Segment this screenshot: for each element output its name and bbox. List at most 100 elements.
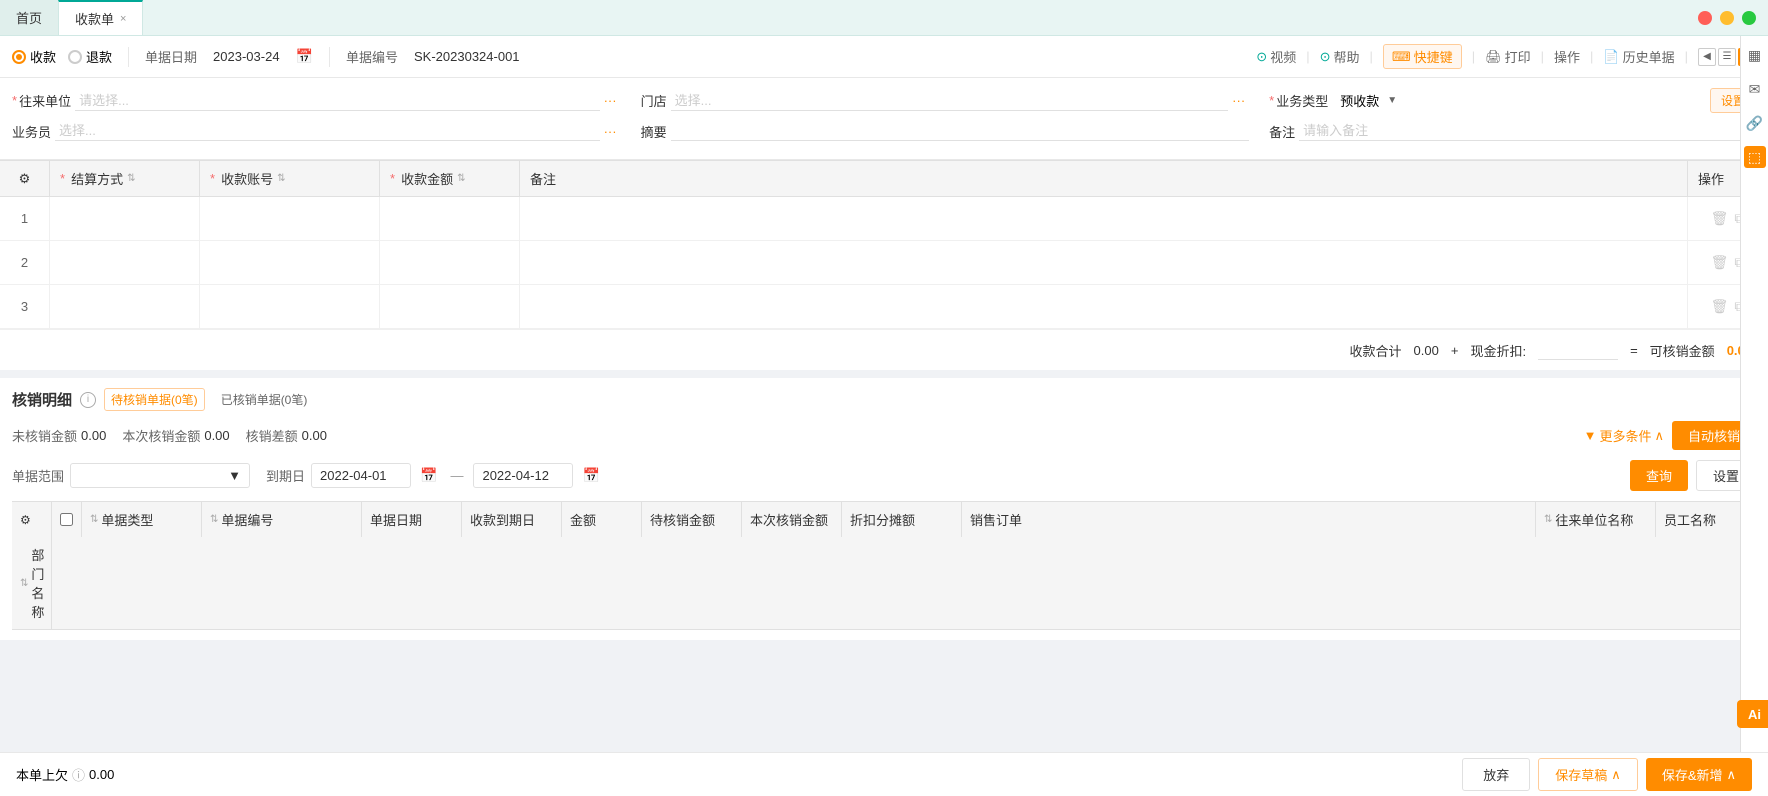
sidebar-table-icon[interactable]: ▦ [1744, 44, 1766, 66]
th-amount: *收款金额⇅ [380, 161, 520, 196]
store-input[interactable] [671, 91, 1229, 111]
salesman-input[interactable] [55, 121, 600, 141]
win-min-btn[interactable] [1720, 11, 1734, 25]
section-divider [0, 370, 1768, 378]
current-cancel-stat: 本次核销金额 0.00 [122, 426, 229, 445]
date-calendar-icon[interactable]: 📅 [296, 48, 313, 65]
win-max-btn[interactable] [1742, 11, 1756, 25]
dth-type: ⇅单据类型 [82, 502, 202, 537]
date-from-input[interactable] [311, 463, 411, 488]
shortcut-btn[interactable]: ⌨ 快捷键 [1383, 44, 1462, 69]
biz-type-arrow[interactable]: ▼ [1387, 95, 1397, 106]
save-arrow-icon[interactable]: ∧ [1726, 767, 1736, 783]
select-all-checkbox[interactable] [60, 513, 73, 526]
query-btn[interactable]: 查询 [1630, 460, 1688, 491]
dth-settings[interactable]: ⚙ [12, 502, 52, 537]
receipt-radio-dot [12, 50, 26, 64]
form-row-1: * 往来单位 ··· 门店 ··· * 业务类型 预收款 ▼ 设置 [12, 88, 1756, 113]
store-more-icon[interactable]: ··· [1228, 93, 1249, 108]
draft-arrow-icon[interactable]: ∧ [1611, 767, 1621, 783]
draft-btn[interactable]: 保存草稿 ∧ [1538, 758, 1638, 791]
total-label: 收款合计 [1350, 341, 1402, 360]
date-from-cal-icon[interactable]: 📅 [417, 467, 440, 484]
save-btn[interactable]: 保存&新增 ∧ [1646, 758, 1752, 791]
range-select[interactable]: ▼ [70, 463, 250, 488]
receipt-radio[interactable]: 收款 [12, 47, 56, 66]
prev-layout-icon[interactable]: ◀ [1698, 48, 1716, 66]
toolbar-sep-4: | [1541, 49, 1544, 64]
tab-close-icon[interactable]: × [120, 13, 126, 25]
history-btn[interactable]: 📄 历史单据 [1603, 47, 1674, 66]
main-content: 收款 退款 单据日期 2023-03-24 📅 单据编号 SK-20230324… [0, 36, 1768, 640]
row2-amount[interactable] [380, 241, 520, 284]
row3-amount[interactable] [380, 285, 520, 328]
sort-icon-1[interactable]: ⇅ [127, 173, 135, 184]
refund-radio-dot [68, 50, 82, 64]
bottom-info: 本单上欠 ⓘ 0.00 [16, 765, 114, 784]
win-close-btn[interactable] [1698, 11, 1712, 25]
toolbar-divider-1 [128, 47, 129, 67]
diff-label: 核销差额 [246, 426, 298, 445]
toolbar-sep-2: | [1370, 49, 1373, 64]
remark-field: 备注 [1269, 121, 1756, 141]
dth-dept: ⇅部门名称 [12, 537, 52, 629]
row2-remark[interactable] [520, 241, 1688, 284]
row2-delete-icon[interactable]: 🗑 [1711, 254, 1729, 271]
table-row-3: 3 🗑 ⧉ [0, 285, 1768, 329]
discount-input[interactable] [1538, 340, 1618, 360]
section-info-icon[interactable]: i [80, 392, 96, 408]
right-sidebar: ▦ ✉ 🔗 ⬚ Ai [1740, 36, 1768, 796]
tab-home[interactable]: 首页 [0, 0, 58, 35]
row3-remark[interactable] [520, 285, 1688, 328]
sort-icon-2[interactable]: ⇅ [277, 173, 285, 184]
help-btn[interactable]: ⊙ 帮助 [1320, 47, 1360, 66]
toolbar-right: ⊙ 视频 | ⊙ 帮助 | ⌨ 快捷键 | 🖨 打印 | 操作 | [1256, 44, 1756, 69]
video-btn[interactable]: ⊙ 视频 [1256, 47, 1296, 66]
refund-radio[interactable]: 退款 [68, 47, 112, 66]
row2-account[interactable] [200, 241, 380, 284]
remark-input[interactable] [1299, 121, 1756, 141]
pending-tab[interactable]: 待核销单据(0笔) [104, 388, 205, 411]
salesman-more-icon[interactable]: ··· [600, 124, 621, 139]
operation-btn[interactable]: 操作 [1554, 47, 1580, 66]
list-layout-icon[interactable]: ☰ [1718, 48, 1736, 66]
current-cancel-label: 本次核销金额 [122, 426, 200, 445]
chevron-up-icon: ∧ [1654, 428, 1664, 444]
sidebar-mail-icon[interactable]: ✉ [1744, 78, 1766, 100]
summary-input[interactable] [671, 121, 1250, 141]
th-settings[interactable]: ⚙ [0, 161, 50, 196]
sidebar-screenshot-icon[interactable]: ⬚ [1744, 146, 1766, 168]
bottom-info-label: 本单上欠 [16, 765, 68, 784]
refund-radio-label: 退款 [86, 47, 112, 66]
dth-amount: 金额 [562, 502, 642, 537]
done-tab[interactable]: 已核销单据(0笔) [221, 391, 308, 408]
row1-account[interactable] [200, 197, 380, 240]
ai-badge[interactable]: Ai [1737, 700, 1768, 728]
bottom-info-icon[interactable]: ⓘ [72, 765, 85, 784]
dth-date: 单据日期 [362, 502, 462, 537]
date-to-cal-icon[interactable]: 📅 [579, 467, 602, 484]
print-btn[interactable]: 🖨 打印 [1485, 47, 1531, 66]
counterpart-more-icon[interactable]: ··· [600, 93, 621, 108]
sort-icon-3[interactable]: ⇅ [457, 173, 465, 184]
counterpart-input[interactable] [75, 91, 600, 111]
sidebar-link-icon[interactable]: 🔗 [1744, 112, 1766, 134]
row3-settlement[interactable] [50, 285, 200, 328]
more-conditions-btn[interactable]: ▼ 更多条件 ∧ [1584, 426, 1664, 445]
row1-settlement[interactable] [50, 197, 200, 240]
tab-receipt[interactable]: 收款单 × [58, 0, 143, 35]
date-to-input[interactable] [473, 463, 573, 488]
row3-account[interactable] [200, 285, 380, 328]
business-type-label: 业务类型 [1276, 91, 1328, 110]
store-field: 门店 ··· [641, 91, 1250, 111]
row1-amount[interactable] [380, 197, 520, 240]
row3-delete-icon[interactable]: 🗑 [1711, 298, 1729, 315]
row2-settlement[interactable] [50, 241, 200, 284]
dth-checkbox[interactable] [52, 502, 82, 537]
row1-remark[interactable] [520, 197, 1688, 240]
tab-bar: 首页 收款单 × [0, 0, 1768, 36]
dth-pending: 待核销金额 [642, 502, 742, 537]
row1-delete-icon[interactable]: 🗑 [1711, 210, 1729, 227]
abandon-btn[interactable]: 放弃 [1462, 758, 1530, 791]
bottom-info-value: 0.00 [89, 767, 114, 782]
